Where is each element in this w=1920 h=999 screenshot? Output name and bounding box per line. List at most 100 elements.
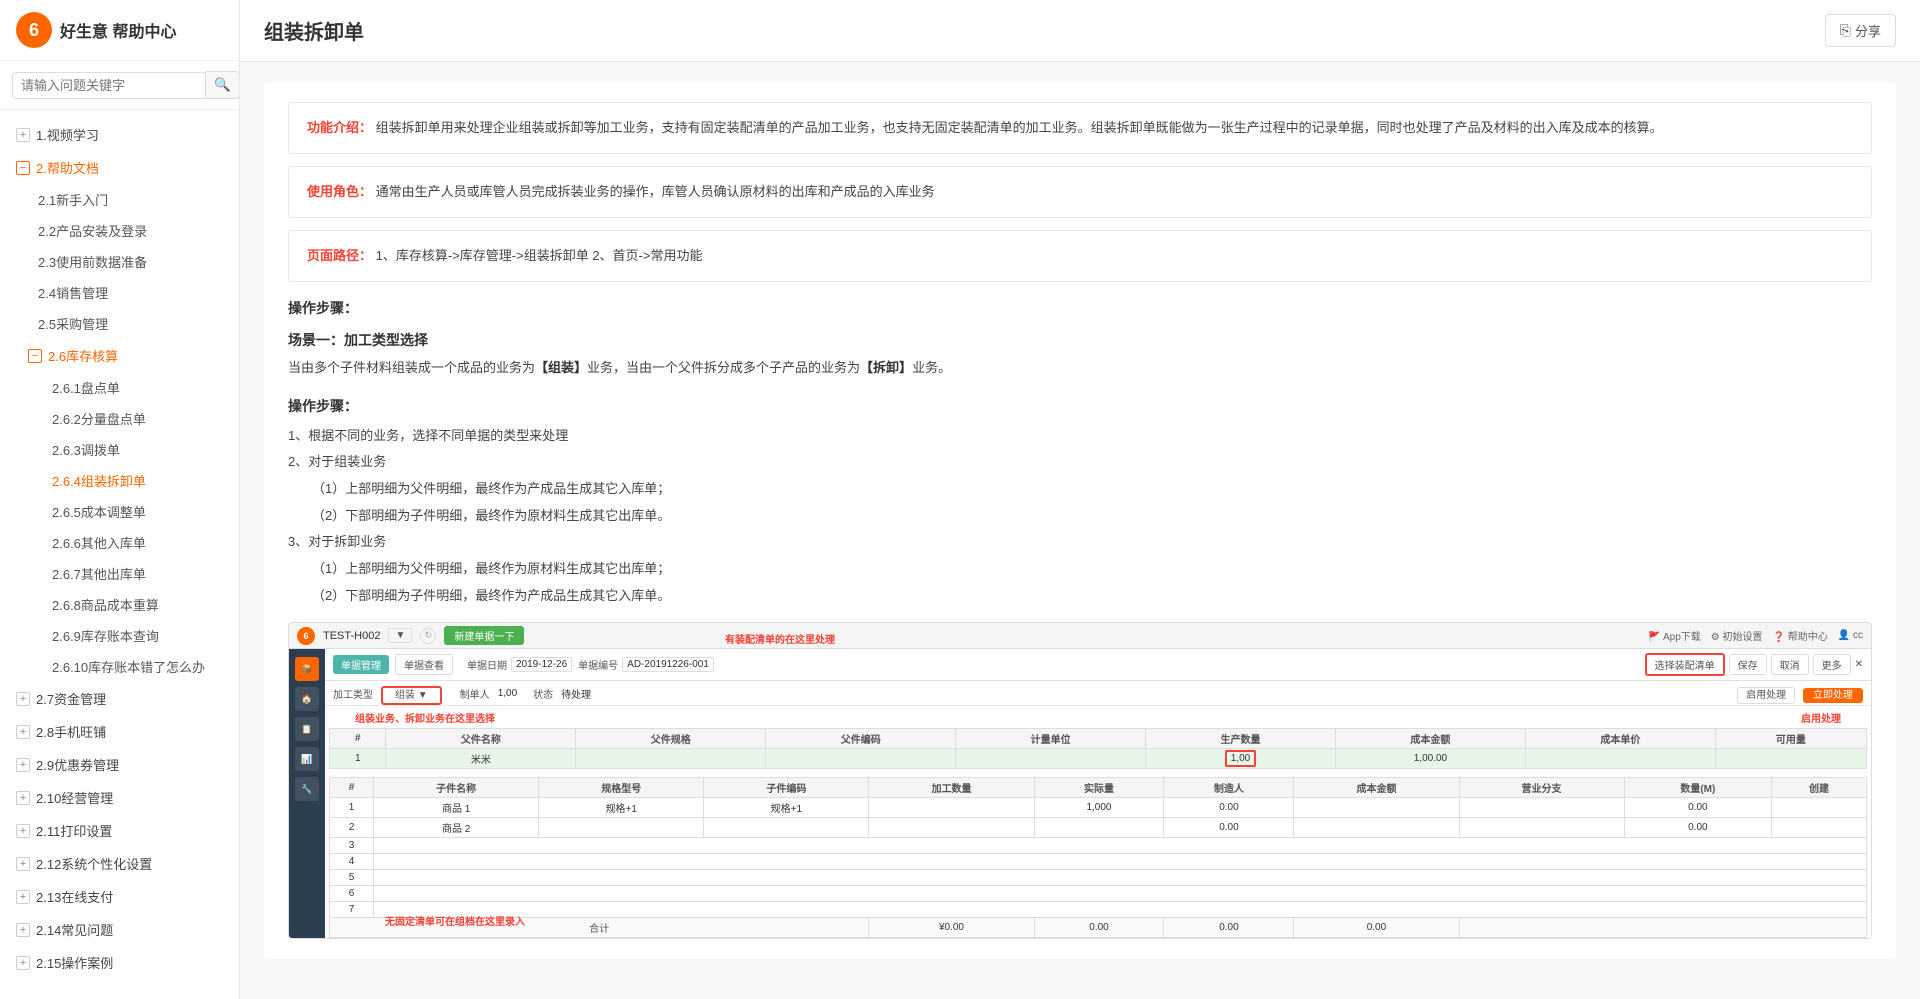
sidebar-item-inventory-label: 2.6库存核算 [48, 346, 118, 365]
sidebar-item-mobile-label: 2.8手机旺铺 [36, 722, 106, 741]
sidebar-item-check[interactable]: 2.6.1盘点单 [0, 372, 239, 403]
ss-save-btn[interactable]: 保存 [1729, 654, 1767, 675]
ss-type-row: 加工类型 组装 ▼ 制单人 1,00 状态 待处理 启用处理 [325, 681, 1871, 706]
page-header: 组装拆卸单 ⎘ 分享 [240, 0, 1920, 62]
finance-expand-icon: + [16, 692, 30, 706]
sidebar-item-online-pay[interactable]: + 2.13在线支付 [0, 880, 239, 913]
path-text: 1、库存核算->库存管理->组装拆卸单 2、首页->常用功能 [376, 248, 703, 263]
sidebar-item-purchase[interactable]: 2.5采购管理 [0, 308, 239, 339]
sidebar-item-coupon-label: 2.9优惠券管理 [36, 755, 119, 774]
sidebar-item-personalize-label: 2.12系统个性化设置 [36, 854, 152, 873]
path-label: 页面路径： [307, 248, 372, 263]
sidebar-item-docs[interactable]: − 2.帮助文档 [0, 151, 239, 184]
ss-tab-active: 单据管理 [333, 655, 389, 674]
ss-annotation3: 组装业务、拆卸业务在这里选择 [355, 710, 495, 725]
sidebar-item-other-in[interactable]: 2.6.6其他入库单 [0, 527, 239, 558]
role-label: 使用角色： [307, 184, 372, 199]
role-block: 使用角色： 通常由生产人员或库管人员完成拆装业务的操作，库管人员确认原材料的出库… [288, 166, 1872, 218]
ss-more-btn[interactable]: 更多 [1813, 654, 1851, 675]
print-expand-icon: + [16, 824, 30, 838]
logo-text: 好生意 帮助中心 [60, 18, 176, 42]
sidebar-item-other-out[interactable]: 2.6.7其他出库单 [0, 558, 239, 589]
sidebar-item-mobile[interactable]: + 2.8手机旺铺 [0, 715, 239, 748]
sidebar-item-docs-label: 2.帮助文档 [36, 158, 99, 177]
ss-enable-input: 启用处理 [1737, 687, 1795, 704]
ss-action-btns: 选择装配清单 保存 取消 更多 ✕ [1645, 653, 1863, 676]
sidebar-item-cost-adjust[interactable]: 2.6.5成本调整单 [0, 496, 239, 527]
share-label: 分享 [1855, 21, 1881, 40]
sidebar-item-print-label: 2.11打印设置 [36, 821, 112, 840]
sidebar-item-finance[interactable]: + 2.7资金管理 [0, 682, 239, 715]
ss-main-panel: 单据管理 单据查看 单据日期 2019-12-26 单据编号 AD-201912… [325, 649, 1871, 938]
ss-annotation5: 无固定清单可在组档在这里录入 [385, 913, 525, 928]
sidebar-item-operations-label: 2.10经营管理 [36, 788, 113, 807]
sidebar: 6 好生意 帮助中心 🔍 + 1.视频学习 − 2.帮助文档 2.1新手入门 2… [0, 0, 240, 999]
ss-refresh-icon: ↻ [420, 628, 436, 644]
ss-type-input[interactable]: 组装 ▼ [381, 686, 442, 705]
ss-child-table: # 子件名称 规格型号 子件编码 加工数量 实际量 制造人 成本金额 [329, 777, 1867, 938]
sidebar-item-video-label: 1.视频学习 [36, 125, 99, 144]
collapse-icon: − [16, 161, 30, 175]
ss-child-table-wrapper: 无固定清单可在组档在这里录入 # 子件名称 规格型号 子件编码 [325, 777, 1871, 938]
step2-2: （2）下部明细为子件明细，最终作为原材料生成其它出库单。 [312, 504, 1872, 529]
sidebar-item-split[interactable]: 2.6.2分量盘点单 [0, 403, 239, 434]
sidebar-item-cases[interactable]: + 2.15操作案例 [0, 946, 239, 979]
sidebar-item-faq[interactable]: + 2.14常见问题 [0, 913, 239, 946]
expand-icon: + [16, 128, 30, 142]
sidebar-item-inventory[interactable]: − 2.6库存核算 [0, 339, 239, 372]
role-text: 通常由生产人员或库管人员完成拆装业务的操作，库管人员确认原材料的出库和产成品的入… [376, 184, 935, 199]
page-title: 组装拆卸单 [264, 16, 364, 45]
step3: 3、对于拆卸业务 [288, 530, 1872, 555]
sidebar-item-account-error[interactable]: 2.6.10库存账本错了怎么办 [0, 651, 239, 682]
mobile-expand-icon: + [16, 725, 30, 739]
steps-title: 操作步骤： [288, 298, 1872, 318]
search-button[interactable]: 🔍 [206, 71, 240, 99]
content-wrapper: 功能介绍： 组装拆卸单用来处理企业组装或拆卸等加工业务，支持有固定装配清单的产品… [264, 82, 1896, 959]
share-button[interactable]: ⎘ 分享 [1825, 14, 1896, 47]
step3-2: （2）下部明细为子件明细，最终作为产成品生成其它入库单。 [312, 584, 1872, 609]
ss-close-icon[interactable]: ✕ [1855, 659, 1863, 670]
ss-select-bom-btn[interactable]: 选择装配清单 [1645, 653, 1725, 676]
logo-area: 6 好生意 帮助中心 [0, 0, 239, 61]
ss-order-field: 单据编号 AD-20191226-001 [578, 657, 714, 672]
ss-cancel-btn[interactable]: 取消 [1771, 654, 1809, 675]
personalize-expand-icon: + [16, 857, 30, 871]
sidebar-item-operations[interactable]: + 2.10经营管理 [0, 781, 239, 814]
sidebar-item-video[interactable]: + 1.视频学习 [0, 118, 239, 151]
share-icon: ⎘ [1840, 22, 1851, 39]
ss-company: TEST-H002 [323, 630, 380, 642]
ss-annotation1: 有装配清单的在这里处理 [725, 631, 835, 646]
operations-expand-icon: + [16, 791, 30, 805]
onlinepay-expand-icon: + [16, 890, 30, 904]
sidebar-item-online-pay-label: 2.13在线支付 [36, 887, 113, 906]
ss-parent-table: # 父件名称 父件规格 父件编码 计量单位 生产数量 成本金额 成本单价 [325, 728, 1871, 769]
ss-confirm-btn[interactable]: 立即处理 [1803, 688, 1863, 703]
intro-text: 组装拆卸单用来处理企业组装或拆卸等加工业务，支持有固定装配清单的产品加工业务，也… [376, 120, 1663, 135]
main-area: 组装拆卸单 ⎘ 分享 功能介绍： 组装拆卸单用来处理企业组装或拆卸等加工业务，支… [240, 0, 1920, 999]
sidebar-item-product-cost[interactable]: 2.6.8商品成本重算 [0, 589, 239, 620]
sidebar-item-personalize[interactable]: + 2.12系统个性化设置 [0, 847, 239, 880]
sidebar-item-print[interactable]: + 2.11打印设置 [0, 814, 239, 847]
ss-date-field: 单据日期 2019-12-26 [467, 657, 572, 672]
sidebar-item-inv-query[interactable]: 2.6.9库存账本查询 [0, 620, 239, 651]
intro-label: 功能介绍： [307, 120, 372, 135]
faq-expand-icon: + [16, 923, 30, 937]
nav-list: + 1.视频学习 − 2.帮助文档 2.1新手入门 2.2产品安装及登录 2.3… [0, 110, 239, 999]
sidebar-item-sales[interactable]: 2.4销售管理 [0, 277, 239, 308]
step2-1: （1）上部明细为父件明细，最终作为产成品生成其它入库单； [312, 477, 1872, 502]
sidebar-item-assembly[interactable]: 2.6.4组装拆卸单 [0, 465, 239, 496]
ss-new-btn[interactable]: 新建单据一下 [444, 626, 524, 645]
ss-tab-view: 单据查看 [395, 654, 453, 675]
intro-block: 功能介绍： 组装拆卸单用来处理企业组装或拆卸等加工业务，支持有固定装配清单的产品… [288, 102, 1872, 154]
sidebar-item-coupon[interactable]: + 2.9优惠券管理 [0, 748, 239, 781]
sidebar-item-newcomer[interactable]: 2.1新手入门 [0, 184, 239, 215]
search-input[interactable] [12, 72, 206, 99]
inventory-collapse-icon: − [28, 349, 42, 363]
sidebar-item-finance-label: 2.7资金管理 [36, 689, 106, 708]
sidebar-item-dataprep[interactable]: 2.3使用前数据准备 [0, 246, 239, 277]
logo-icon: 6 [16, 12, 52, 48]
sidebar-item-install[interactable]: 2.2产品安装及登录 [0, 215, 239, 246]
sidebar-item-adjust[interactable]: 2.6.3调拨单 [0, 434, 239, 465]
step1: 1、根据不同的业务，选择不同单据的类型来处理 [288, 424, 1872, 449]
step3-1: （1）上部明细为父件明细，最终作为原材料生成其它出库单； [312, 557, 1872, 582]
